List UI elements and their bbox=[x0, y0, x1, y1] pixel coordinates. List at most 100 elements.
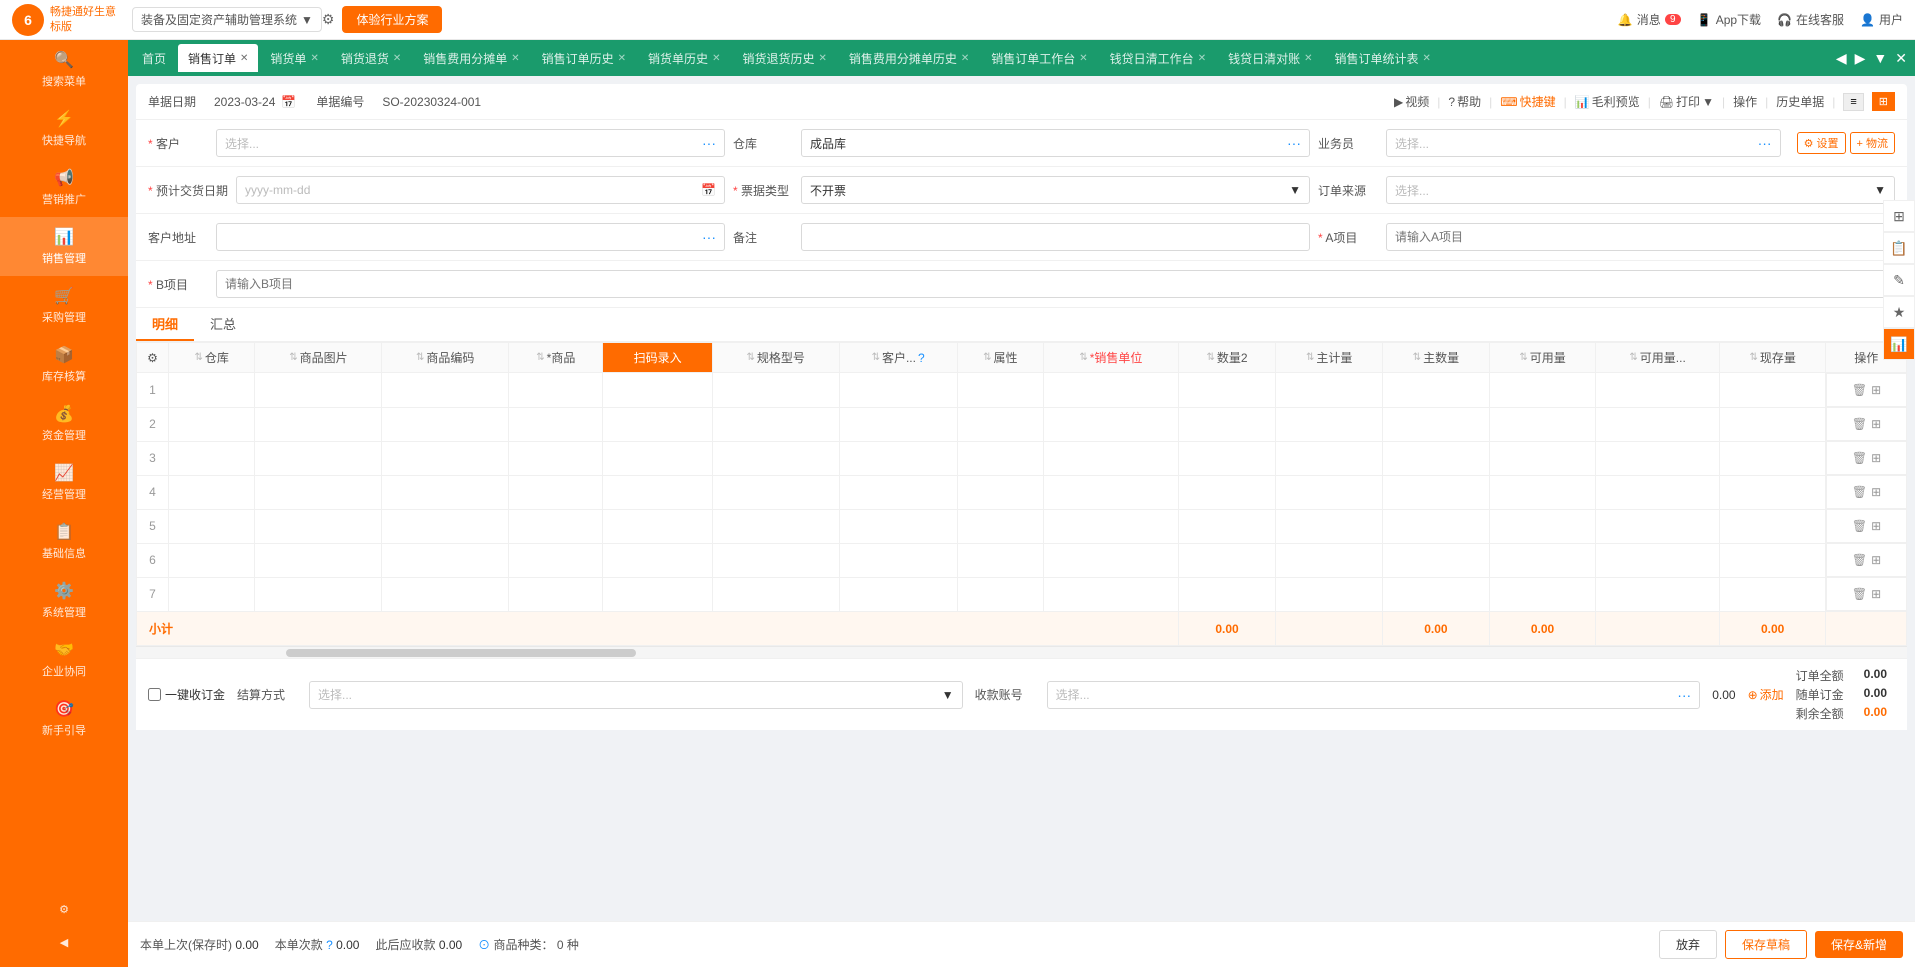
cell-2-5[interactable] bbox=[712, 407, 839, 441]
a-project-input[interactable] bbox=[1386, 223, 1895, 251]
tab-close-sales-order[interactable]: ✕ bbox=[240, 53, 248, 64]
settings-icon[interactable]: ⚙ bbox=[322, 11, 335, 28]
cell-4-0[interactable] bbox=[169, 475, 255, 509]
cell-7-12[interactable] bbox=[1489, 577, 1596, 612]
cell-4-12[interactable] bbox=[1489, 475, 1596, 509]
cell-3-2[interactable] bbox=[382, 441, 509, 475]
cell-2-0[interactable] bbox=[169, 407, 255, 441]
tab-daily-clear-account[interactable]: 钱贷日清对账✕ bbox=[1218, 44, 1322, 72]
app-download-item[interactable]: 📱 App下载 bbox=[1697, 11, 1761, 28]
cell-2-12[interactable] bbox=[1489, 407, 1596, 441]
notification-item[interactable]: 🔔 消息 9 bbox=[1618, 11, 1681, 28]
row-delete-4[interactable]: 🗑 bbox=[1852, 485, 1867, 499]
cell-4-5[interactable] bbox=[712, 475, 839, 509]
cell-6-9[interactable] bbox=[1178, 543, 1276, 577]
discard-btn[interactable]: 放弃 bbox=[1659, 930, 1717, 959]
cell-2-1[interactable] bbox=[255, 407, 382, 441]
tab-close-sales-refund-history[interactable]: ✕ bbox=[818, 53, 826, 64]
cell-7-0[interactable] bbox=[169, 577, 255, 612]
cell-3-3[interactable] bbox=[509, 441, 603, 475]
cell-3-4[interactable] bbox=[603, 441, 712, 475]
row-copy-3[interactable]: ⊞ bbox=[1871, 451, 1881, 465]
cell-1-13[interactable] bbox=[1596, 373, 1719, 408]
table-view-btn[interactable]: ⊞ bbox=[1872, 92, 1895, 111]
cell-4-11[interactable] bbox=[1383, 475, 1490, 509]
cell-1-8[interactable] bbox=[1044, 373, 1179, 408]
save-draft-btn[interactable]: 保存草稿 bbox=[1725, 930, 1807, 959]
salesperson-select[interactable]: 选择... ··· bbox=[1386, 129, 1781, 157]
tab-sales-return-history[interactable]: 销货单历史✕ bbox=[638, 44, 730, 72]
cell-7-11[interactable] bbox=[1383, 577, 1490, 612]
cell-6-14[interactable] bbox=[1719, 543, 1826, 577]
cell-2-4[interactable] bbox=[603, 407, 712, 441]
calendar-icon[interactable]: 📅 bbox=[281, 95, 296, 109]
right-tool-clipboard[interactable]: 📋 bbox=[1883, 232, 1915, 264]
cell-1-4[interactable] bbox=[603, 373, 712, 408]
cell-5-10[interactable] bbox=[1276, 509, 1383, 543]
cell-5-1[interactable] bbox=[255, 509, 382, 543]
cell-5-5[interactable] bbox=[712, 509, 839, 543]
cell-1-7[interactable] bbox=[957, 373, 1043, 408]
cell-6-11[interactable] bbox=[1383, 543, 1490, 577]
salesperson-dots-icon[interactable]: ··· bbox=[1758, 135, 1772, 151]
cell-3-8[interactable] bbox=[1044, 441, 1179, 475]
shortcut-link[interactable]: ⌨ 快捷键 bbox=[1500, 93, 1555, 110]
cell-3-5[interactable] bbox=[712, 441, 839, 475]
cell-1-1[interactable] bbox=[255, 373, 382, 408]
cell-6-0[interactable] bbox=[169, 543, 255, 577]
cell-1-6[interactable] bbox=[839, 373, 957, 408]
tab-daily-clear-workbench[interactable]: 钱贷日清工作台✕ bbox=[1100, 44, 1216, 72]
tab-next-btn[interactable]: ▶ bbox=[1851, 48, 1870, 69]
tab-sales-return[interactable]: 销货单✕ bbox=[260, 44, 328, 72]
tab-sales-order[interactable]: 销售订单✕ bbox=[178, 44, 258, 72]
sidebar-item-guide[interactable]: 🎯新手引导 bbox=[0, 689, 128, 748]
warehouse-select[interactable]: 成品库 ··· bbox=[801, 129, 1310, 157]
form-add-item-btn[interactable]: + 物流 bbox=[1850, 132, 1895, 154]
cell-6-1[interactable] bbox=[255, 543, 382, 577]
tab-sales-order-history[interactable]: 销售订单历史✕ bbox=[532, 44, 636, 72]
cell-7-6[interactable] bbox=[839, 577, 957, 612]
address-dots-icon[interactable]: ··· bbox=[702, 229, 716, 245]
cell-1-5[interactable] bbox=[712, 373, 839, 408]
tab-close-sales-return-history[interactable]: ✕ bbox=[712, 53, 720, 64]
cell-5-8[interactable] bbox=[1044, 509, 1179, 543]
row-copy-5[interactable]: ⊞ bbox=[1871, 519, 1881, 533]
cell-2-10[interactable] bbox=[1276, 407, 1383, 441]
delivery-date-input[interactable]: yyyy-mm-dd 📅 bbox=[236, 176, 725, 204]
tab-sales-refund[interactable]: 销货退货✕ bbox=[331, 44, 411, 72]
cell-5-4[interactable] bbox=[603, 509, 712, 543]
cell-2-13[interactable] bbox=[1596, 407, 1719, 441]
remarks-input[interactable] bbox=[801, 223, 1310, 251]
cell-1-11[interactable] bbox=[1383, 373, 1490, 408]
cell-5-9[interactable] bbox=[1178, 509, 1276, 543]
cell-3-14[interactable] bbox=[1719, 441, 1826, 475]
cell-1-12[interactable] bbox=[1489, 373, 1596, 408]
cell-1-0[interactable] bbox=[169, 373, 255, 408]
sidebar-item-enterprise[interactable]: 🤝企业协同 bbox=[0, 630, 128, 689]
cell-3-12[interactable] bbox=[1489, 441, 1596, 475]
tab-sales-stats[interactable]: 销售订单统计表✕ bbox=[1324, 44, 1440, 72]
cell-7-7[interactable] bbox=[957, 577, 1043, 612]
sidebar-item-sales[interactable]: 📊销售管理 bbox=[0, 217, 128, 276]
cell-2-3[interactable] bbox=[509, 407, 603, 441]
cell-7-3[interactable] bbox=[509, 577, 603, 612]
row-delete-3[interactable]: 🗑 bbox=[1852, 451, 1867, 465]
save-new-btn[interactable]: 保存&新增 bbox=[1815, 931, 1903, 958]
sidebar-collapse-btn[interactable]: ◀ bbox=[8, 926, 120, 959]
tab-close-sales-expense-split[interactable]: ✕ bbox=[511, 53, 519, 64]
sidebar-item-system[interactable]: ⚙️系统管理 bbox=[0, 571, 128, 630]
customer-dots-icon[interactable]: ··· bbox=[702, 135, 716, 151]
cell-6-10[interactable] bbox=[1276, 543, 1383, 577]
tab-sales-order-workbench[interactable]: 销售订单工作台✕ bbox=[981, 44, 1097, 72]
account-dots-icon[interactable]: ··· bbox=[1677, 687, 1691, 703]
row-copy-4[interactable]: ⊞ bbox=[1871, 485, 1881, 499]
account-select[interactable]: 选择... ··· bbox=[1047, 681, 1701, 709]
product-count-icon[interactable]: ⊙ bbox=[478, 938, 490, 952]
warehouse-dots-icon[interactable]: ··· bbox=[1287, 135, 1301, 151]
cell-3-10[interactable] bbox=[1276, 441, 1383, 475]
grid-view-btn[interactable]: ≡ bbox=[1843, 93, 1863, 111]
table-scrollbar[interactable] bbox=[136, 646, 1907, 658]
cell-7-1[interactable] bbox=[255, 577, 382, 612]
cell-1-3[interactable] bbox=[509, 373, 603, 408]
sidebar-item-operations[interactable]: 📈经营管理 bbox=[0, 453, 128, 512]
